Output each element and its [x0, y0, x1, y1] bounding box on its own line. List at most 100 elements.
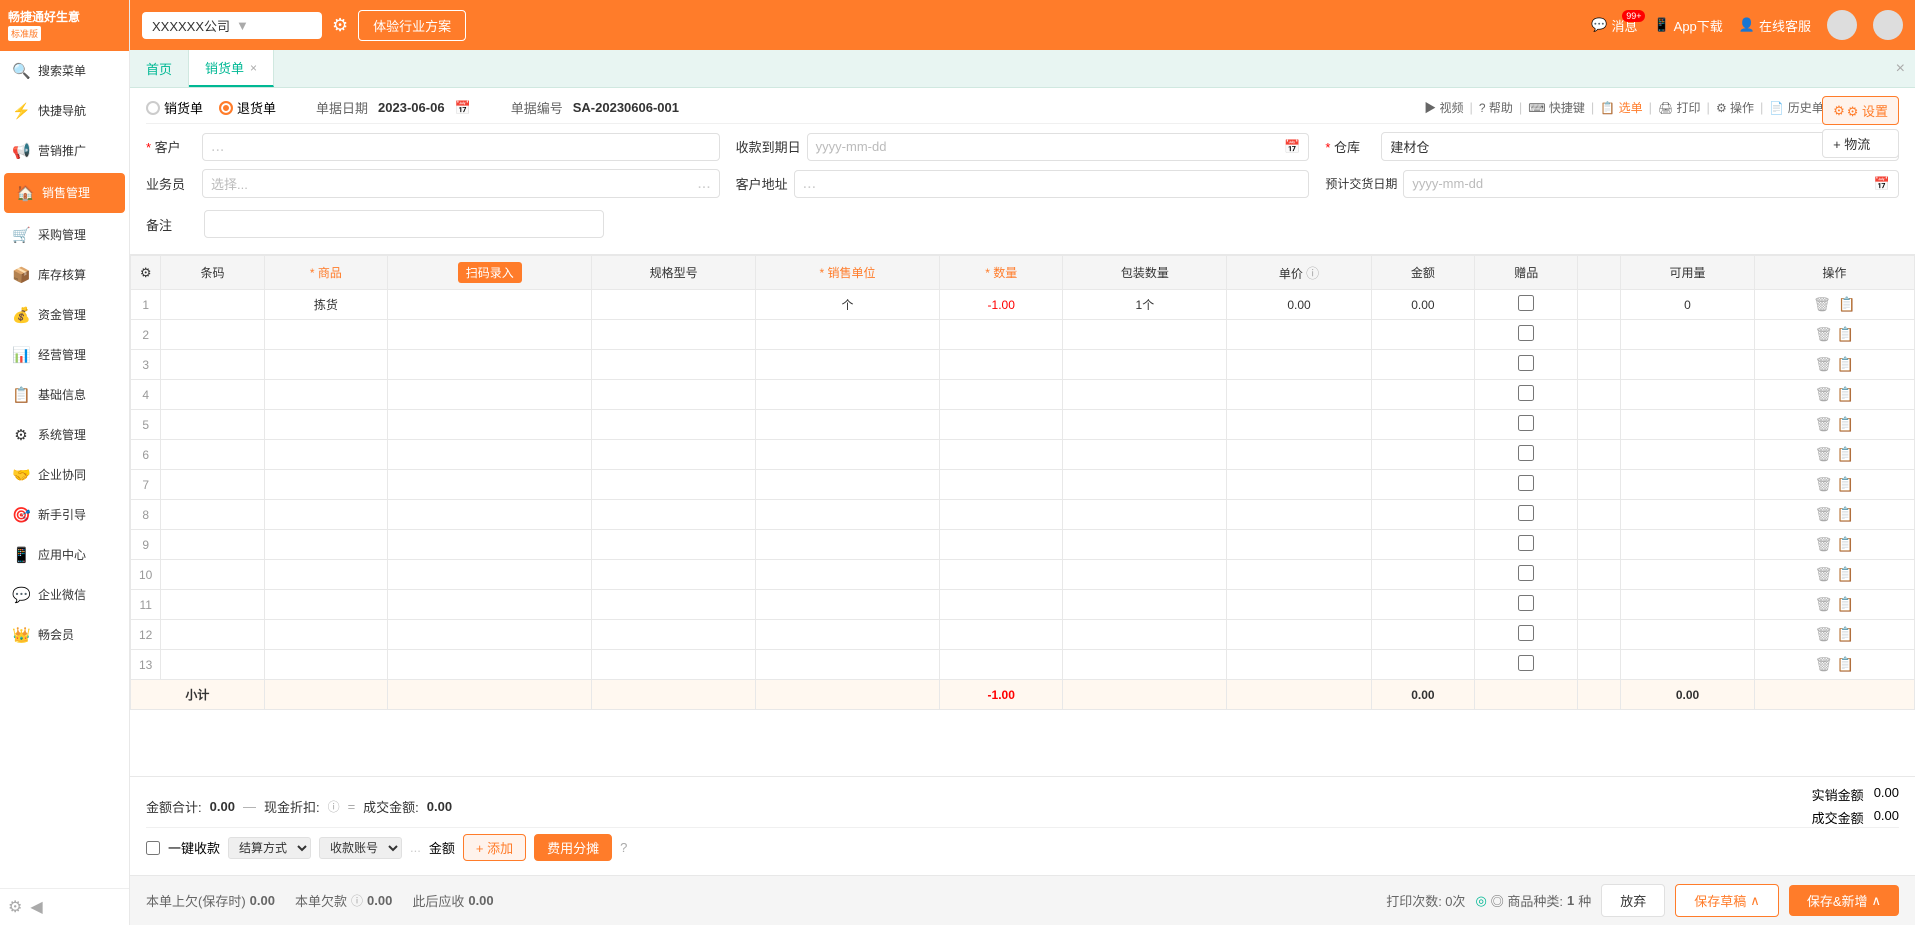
sidebar-item-inventory[interactable]: 📦 库存核算: [0, 255, 129, 295]
delete-row-icon[interactable]: 🗑: [1815, 356, 1833, 372]
sidebar-item-sales[interactable]: 🏠 销售管理: [4, 173, 125, 213]
sales-order-radio[interactable]: 销货单: [146, 98, 203, 117]
delete-row-icon[interactable]: 🗑: [1815, 326, 1833, 342]
row-barcode-1[interactable]: [161, 290, 264, 320]
gift-checkbox-12[interactable]: [1518, 625, 1534, 641]
fee-split-btn[interactable]: 费用分摊: [534, 834, 612, 861]
print-btn[interactable]: 🖨 打印: [1658, 99, 1701, 116]
delivery-cal-icon[interactable]: 📅: [1874, 176, 1890, 192]
add-payment-btn[interactable]: + 添加: [463, 834, 526, 861]
copy-row-icon[interactable]: 📋: [1837, 356, 1854, 372]
tab-close-icon[interactable]: ×: [250, 61, 257, 75]
row-gift-1[interactable]: [1475, 290, 1578, 320]
sidebar-item-guide[interactable]: 🎯 新手引导: [0, 495, 129, 535]
logistics-btn[interactable]: + 物流: [1822, 129, 1899, 158]
delete-row-icon[interactable]: 🗑: [1815, 506, 1833, 522]
sidebar-item-wechat[interactable]: 💬 企业微信: [0, 575, 129, 615]
user-avatar2[interactable]: [1873, 10, 1903, 40]
notes-input[interactable]: [204, 210, 604, 238]
delete-row-icon[interactable]: 🗑: [1815, 386, 1833, 402]
copy-row-icon[interactable]: 📋: [1837, 536, 1854, 552]
one-click-payment-checkbox[interactable]: [146, 841, 160, 855]
delete-row-icon[interactable]: 🗑: [1815, 536, 1833, 552]
save-new-btn[interactable]: 保存&新增 ∧: [1789, 885, 1899, 916]
messages-btn[interactable]: 💬 消息 99+: [1591, 16, 1637, 35]
row-product-1[interactable]: 拣货: [264, 290, 387, 320]
account-select[interactable]: 收款账号: [319, 837, 402, 859]
return-order-radio[interactable]: 退货单: [219, 98, 276, 117]
copy-row-icon[interactable]: 📋: [1837, 326, 1854, 342]
tab-sales-order[interactable]: 销货单 ×: [189, 50, 274, 87]
row-specmodel-1[interactable]: [592, 290, 756, 320]
delete-row-icon[interactable]: 🗑: [1815, 656, 1833, 672]
gift-checkbox-13[interactable]: [1518, 655, 1534, 671]
customer-address-input[interactable]: ...: [794, 170, 1310, 198]
row-price-1[interactable]: 0.00: [1227, 290, 1372, 320]
gift-checkbox-8[interactable]: [1518, 505, 1534, 521]
setup-btn[interactable]: ⚙ ⚙ 设置: [1822, 96, 1899, 125]
gift-checkbox-11[interactable]: [1518, 595, 1534, 611]
sidebar-item-collaboration[interactable]: 🤝 企业协同: [0, 455, 129, 495]
gift-checkbox-6[interactable]: [1518, 445, 1534, 461]
gift-checkbox-1[interactable]: [1518, 295, 1534, 311]
customer-input[interactable]: ...: [202, 133, 720, 161]
expected-delivery-input[interactable]: yyyy-mm-dd 📅: [1403, 170, 1899, 198]
sidebar-item-quicknav[interactable]: ⚡ 快捷导航: [0, 91, 129, 131]
delete-row-1-icon[interactable]: 🗑: [1813, 296, 1831, 312]
select-btn[interactable]: 📋 选单: [1600, 99, 1642, 116]
gift-checkbox-10[interactable]: [1518, 565, 1534, 581]
row-spec-1[interactable]: [388, 290, 592, 320]
sidebar-item-search[interactable]: 🔍 搜索菜单: [0, 51, 129, 91]
shortcuts-btn[interactable]: ⌨ 快捷键: [1528, 99, 1585, 116]
scan-btn[interactable]: 扫码录入: [458, 262, 522, 283]
user-avatar[interactable]: [1827, 10, 1857, 40]
copy-row-icon[interactable]: 📋: [1837, 506, 1854, 522]
trial-btn[interactable]: 体验行业方案: [358, 10, 466, 41]
payment-cal-icon[interactable]: 📅: [1284, 139, 1300, 155]
gift-checkbox-2[interactable]: [1518, 325, 1534, 341]
row-pack-1[interactable]: 1个: [1063, 290, 1227, 320]
row-amount-1[interactable]: 0.00: [1371, 290, 1474, 320]
copy-row-icon[interactable]: 📋: [1837, 386, 1854, 402]
help-btn[interactable]: ? 帮助: [1479, 99, 1513, 116]
delete-row-icon[interactable]: 🗑: [1815, 626, 1833, 642]
delete-row-icon[interactable]: 🗑: [1815, 476, 1833, 492]
settings-footer-icon[interactable]: ⚙: [8, 897, 22, 917]
company-selector[interactable]: XXXXXX公司 ▼: [142, 12, 322, 39]
gift-checkbox-4[interactable]: [1518, 385, 1534, 401]
sidebar-item-marketing[interactable]: 📢 营销推广: [0, 131, 129, 171]
col-scan[interactable]: 扫码录入: [388, 256, 592, 290]
settlement-method-select[interactable]: 结算方式: [228, 837, 311, 859]
app-download-btn[interactable]: 📱 App下载: [1653, 16, 1722, 35]
copy-row-icon[interactable]: 📋: [1837, 566, 1854, 582]
row-quantity-1[interactable]: -1.00: [939, 290, 1062, 320]
delete-row-icon[interactable]: 🗑: [1815, 566, 1833, 582]
video-btn[interactable]: ▶ 视频: [1424, 99, 1463, 116]
topbar-settings-icon[interactable]: ⚙: [332, 15, 348, 36]
save-draft-btn[interactable]: 保存草稿 ∧: [1675, 884, 1779, 917]
sidebar-item-purchase[interactable]: 🛒 采购管理: [0, 215, 129, 255]
copy-row-icon[interactable]: 📋: [1837, 596, 1854, 612]
gift-checkbox-5[interactable]: [1518, 415, 1534, 431]
gift-checkbox-3[interactable]: [1518, 355, 1534, 371]
delete-row-icon[interactable]: 🗑: [1815, 416, 1833, 432]
row-unit-1[interactable]: 个: [756, 290, 940, 320]
sidebar-item-finance[interactable]: 💰 资金管理: [0, 295, 129, 335]
sidebar-item-basic-info[interactable]: 📋 基础信息: [0, 375, 129, 415]
abandon-btn[interactable]: 放弃: [1601, 884, 1665, 917]
sidebar-item-apps[interactable]: 📱 应用中心: [0, 535, 129, 575]
tab-home[interactable]: 首页: [130, 50, 189, 87]
copy-row-icon[interactable]: 📋: [1837, 476, 1854, 492]
row-note-1[interactable]: [1578, 290, 1621, 320]
delete-row-icon[interactable]: 🗑: [1815, 446, 1833, 462]
sidebar-item-member[interactable]: 👑 畅会员: [0, 615, 129, 655]
gift-checkbox-9[interactable]: [1518, 535, 1534, 551]
copy-row-1-icon[interactable]: 📋: [1838, 296, 1855, 312]
tabbar-close-btn[interactable]: ×: [1896, 60, 1905, 78]
sidebar-item-system[interactable]: ⚙ 系统管理: [0, 415, 129, 455]
fee-question-icon[interactable]: ?: [620, 840, 627, 855]
collapse-icon[interactable]: ◀: [30, 897, 42, 917]
operations-btn[interactable]: ⚙ 操作: [1716, 99, 1754, 116]
sidebar-item-operations[interactable]: 📊 经营管理: [0, 335, 129, 375]
salesperson-input[interactable]: 选择... ...: [202, 169, 720, 198]
